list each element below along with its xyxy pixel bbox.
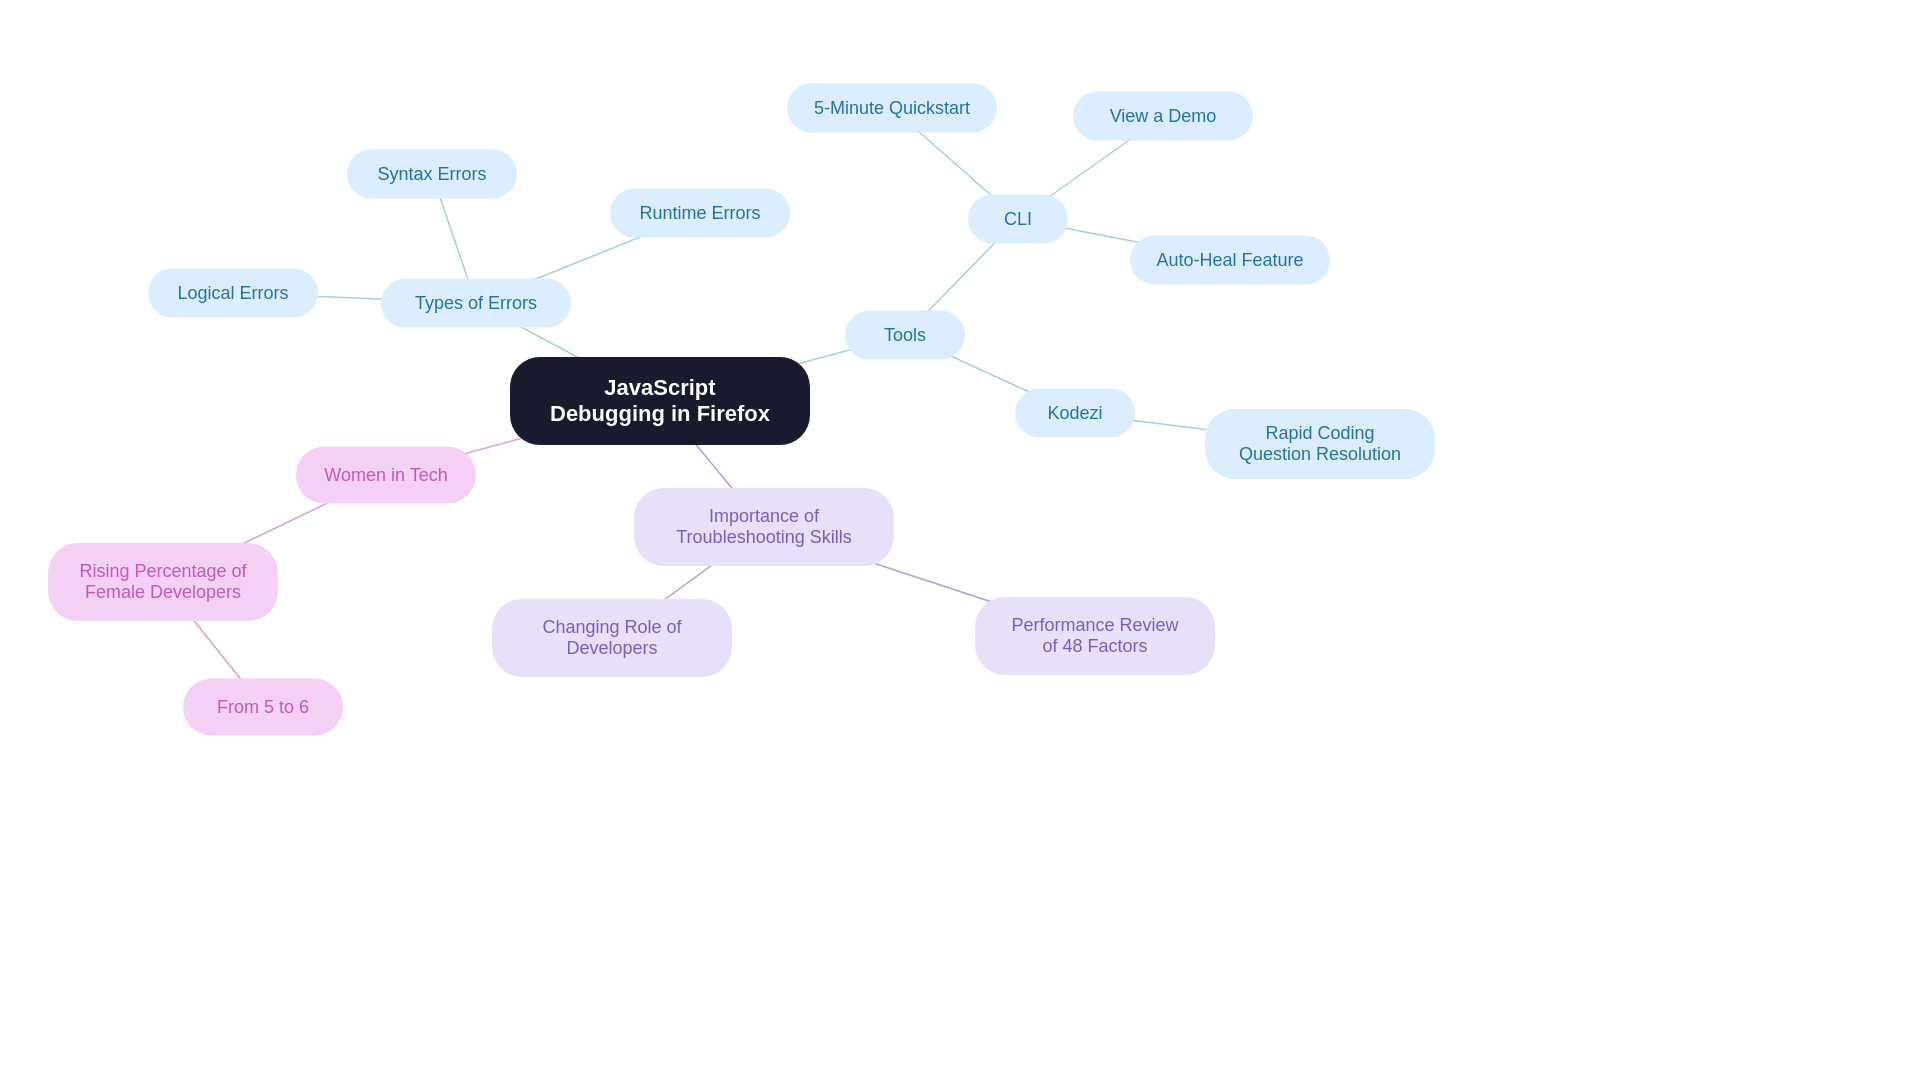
cli-label: CLI: [1004, 209, 1032, 230]
from-5-to-node[interactable]: From 5 to 6: [183, 679, 343, 736]
types-of-errors-label: Types of Errors: [415, 293, 537, 314]
tools-label: Tools: [884, 325, 926, 346]
syntax-errors-node[interactable]: Syntax Errors: [347, 150, 517, 199]
five-min-node[interactable]: 5-Minute Quickstart: [787, 84, 997, 133]
types-of-errors-node[interactable]: Types of Errors: [381, 279, 571, 328]
from-5-to-label: From 5 to 6: [217, 697, 309, 718]
cli-node[interactable]: CLI: [968, 195, 1068, 244]
runtime-errors-label: Runtime Errors: [639, 203, 760, 224]
center-label: JavaScript Debugging in Firefox: [546, 375, 774, 427]
center-node[interactable]: JavaScript Debugging in Firefox: [510, 357, 810, 445]
troubleshooting-node[interactable]: Importance of Troubleshooting Skills: [634, 488, 894, 566]
tools-node[interactable]: Tools: [845, 311, 965, 360]
runtime-errors-node[interactable]: Runtime Errors: [610, 189, 790, 238]
syntax-errors-label: Syntax Errors: [377, 164, 486, 185]
auto-heal-label: Auto-Heal Feature: [1156, 250, 1303, 271]
rising-pct-node[interactable]: Rising Percentage of Female Developers: [48, 543, 278, 621]
kodezi-label: Kodezi: [1047, 403, 1102, 424]
view-demo-label: View a Demo: [1110, 106, 1217, 127]
kodezi-node[interactable]: Kodezi: [1015, 389, 1135, 438]
logical-errors-node[interactable]: Logical Errors: [148, 269, 318, 318]
changing-role-label: Changing Role of Developers: [520, 617, 704, 659]
rapid-coding-node[interactable]: Rapid Coding Question Resolution: [1205, 409, 1435, 479]
five-min-label: 5-Minute Quickstart: [814, 98, 970, 119]
women-in-tech-node[interactable]: Women in Tech: [296, 447, 476, 504]
rapid-coding-label: Rapid Coding Question Resolution: [1229, 423, 1411, 465]
rising-pct-label: Rising Percentage of Female Developers: [76, 561, 250, 603]
logical-errors-label: Logical Errors: [177, 283, 288, 304]
performance-review-node[interactable]: Performance Review of 48 Factors: [975, 597, 1215, 675]
view-demo-node[interactable]: View a Demo: [1073, 92, 1253, 141]
women-in-tech-label: Women in Tech: [324, 465, 447, 486]
auto-heal-node[interactable]: Auto-Heal Feature: [1130, 236, 1330, 285]
performance-review-label: Performance Review of 48 Factors: [1003, 615, 1187, 657]
troubleshooting-label: Importance of Troubleshooting Skills: [662, 506, 866, 548]
changing-role-node[interactable]: Changing Role of Developers: [492, 599, 732, 677]
